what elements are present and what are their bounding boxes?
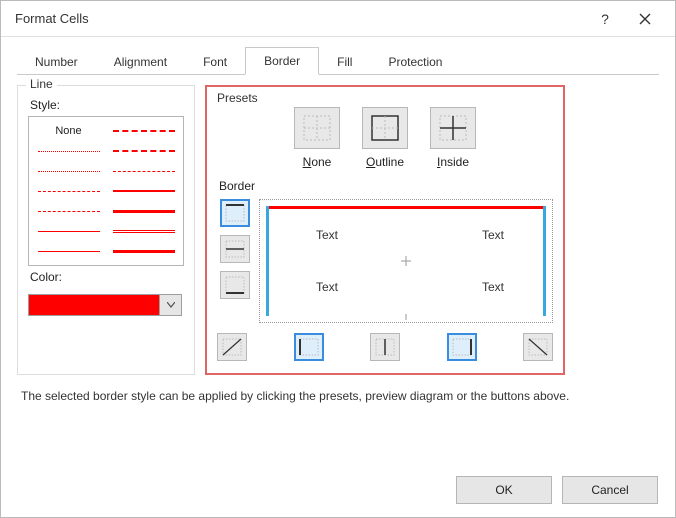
preset-inside-button[interactable] (430, 107, 476, 149)
titlebar: Format Cells ? (1, 1, 675, 37)
line-style-option[interactable] (35, 141, 102, 161)
preview-cell-text: Text (316, 228, 338, 242)
line-style-option[interactable] (110, 221, 177, 241)
border-bottom-button[interactable] (220, 271, 250, 299)
presets-border-group: Presets None (205, 85, 565, 375)
tab-border[interactable]: Border (245, 47, 319, 75)
preset-outline-icon (370, 114, 400, 142)
cancel-button[interactable]: Cancel (562, 476, 658, 504)
preview-cell-text: Text (482, 228, 504, 242)
presets-legend: Presets (217, 91, 258, 105)
preset-outline-button[interactable] (362, 107, 408, 149)
border-vmid-button[interactable] (370, 333, 400, 361)
preset-none-icon (302, 114, 332, 142)
line-style-option[interactable] (35, 201, 102, 221)
line-style-option[interactable] (110, 161, 177, 181)
border-top-icon (225, 204, 245, 222)
line-style-option[interactable] (110, 201, 177, 221)
border-right-button[interactable] (447, 333, 477, 361)
border-hmid-button[interactable] (220, 235, 250, 263)
border-vmid-icon (375, 338, 395, 356)
border-preview[interactable]: Text Text Text Text (259, 199, 553, 323)
preview-right-edge (543, 206, 546, 316)
border-top-button[interactable] (220, 199, 250, 227)
chevron-down-icon (167, 302, 175, 308)
preset-none-button[interactable] (294, 107, 340, 149)
line-style-picker[interactable]: None (28, 116, 184, 266)
line-style-option[interactable] (35, 221, 102, 241)
color-dropdown-button[interactable] (160, 294, 182, 316)
line-style-option[interactable] (110, 121, 177, 141)
style-label: Style: (30, 98, 184, 112)
border-legend: Border (219, 179, 553, 193)
border-left-button[interactable] (294, 333, 324, 361)
color-label: Color: (30, 270, 184, 284)
tab-font[interactable]: Font (185, 49, 245, 75)
border-left-icon (299, 338, 319, 356)
border-bottom-icon (225, 276, 245, 294)
border-diag-down-icon (528, 338, 548, 356)
border-diag-up-button[interactable] (217, 333, 247, 361)
tab-protection[interactable]: Protection (370, 49, 460, 75)
tab-number[interactable]: Number (17, 49, 96, 75)
hint-text: The selected border style can be applied… (17, 375, 659, 403)
preview-cell-text: Text (482, 280, 504, 294)
tab-alignment[interactable]: Alignment (96, 49, 185, 75)
tab-strip: Number Alignment Font Border Fill Protec… (17, 45, 659, 75)
color-swatch[interactable] (28, 294, 160, 316)
close-icon (639, 13, 651, 25)
line-style-option[interactable] (110, 181, 177, 201)
line-style-option[interactable] (35, 241, 102, 261)
line-style-option[interactable] (110, 141, 177, 161)
line-style-option[interactable] (35, 181, 102, 201)
preset-inside-icon (438, 114, 468, 142)
ok-button[interactable]: OK (456, 476, 552, 504)
preview-cell-text: Text (316, 280, 338, 294)
preview-left-edge (266, 206, 269, 316)
tab-fill[interactable]: Fill (319, 49, 370, 75)
border-diag-down-button[interactable] (523, 333, 553, 361)
help-button[interactable]: ? (585, 1, 625, 37)
line-group: Line Style: None Color: (17, 85, 195, 375)
preset-outline-label: Outline (366, 155, 404, 169)
line-style-none[interactable]: None (35, 121, 102, 141)
preview-top-edge (266, 206, 546, 209)
close-button[interactable] (625, 1, 665, 37)
line-legend: Line (26, 77, 57, 91)
line-style-option[interactable] (110, 241, 177, 261)
line-style-option[interactable] (35, 161, 102, 181)
dialog-title: Format Cells (15, 11, 585, 26)
preset-none-label: None (303, 155, 332, 169)
border-hmid-icon (225, 240, 245, 258)
preview-vmid-tick (406, 256, 407, 266)
preview-bottom-tick (406, 314, 407, 320)
border-right-icon (452, 338, 472, 356)
border-diag-up-icon (222, 338, 242, 356)
preset-inside-label: Inside (437, 155, 469, 169)
